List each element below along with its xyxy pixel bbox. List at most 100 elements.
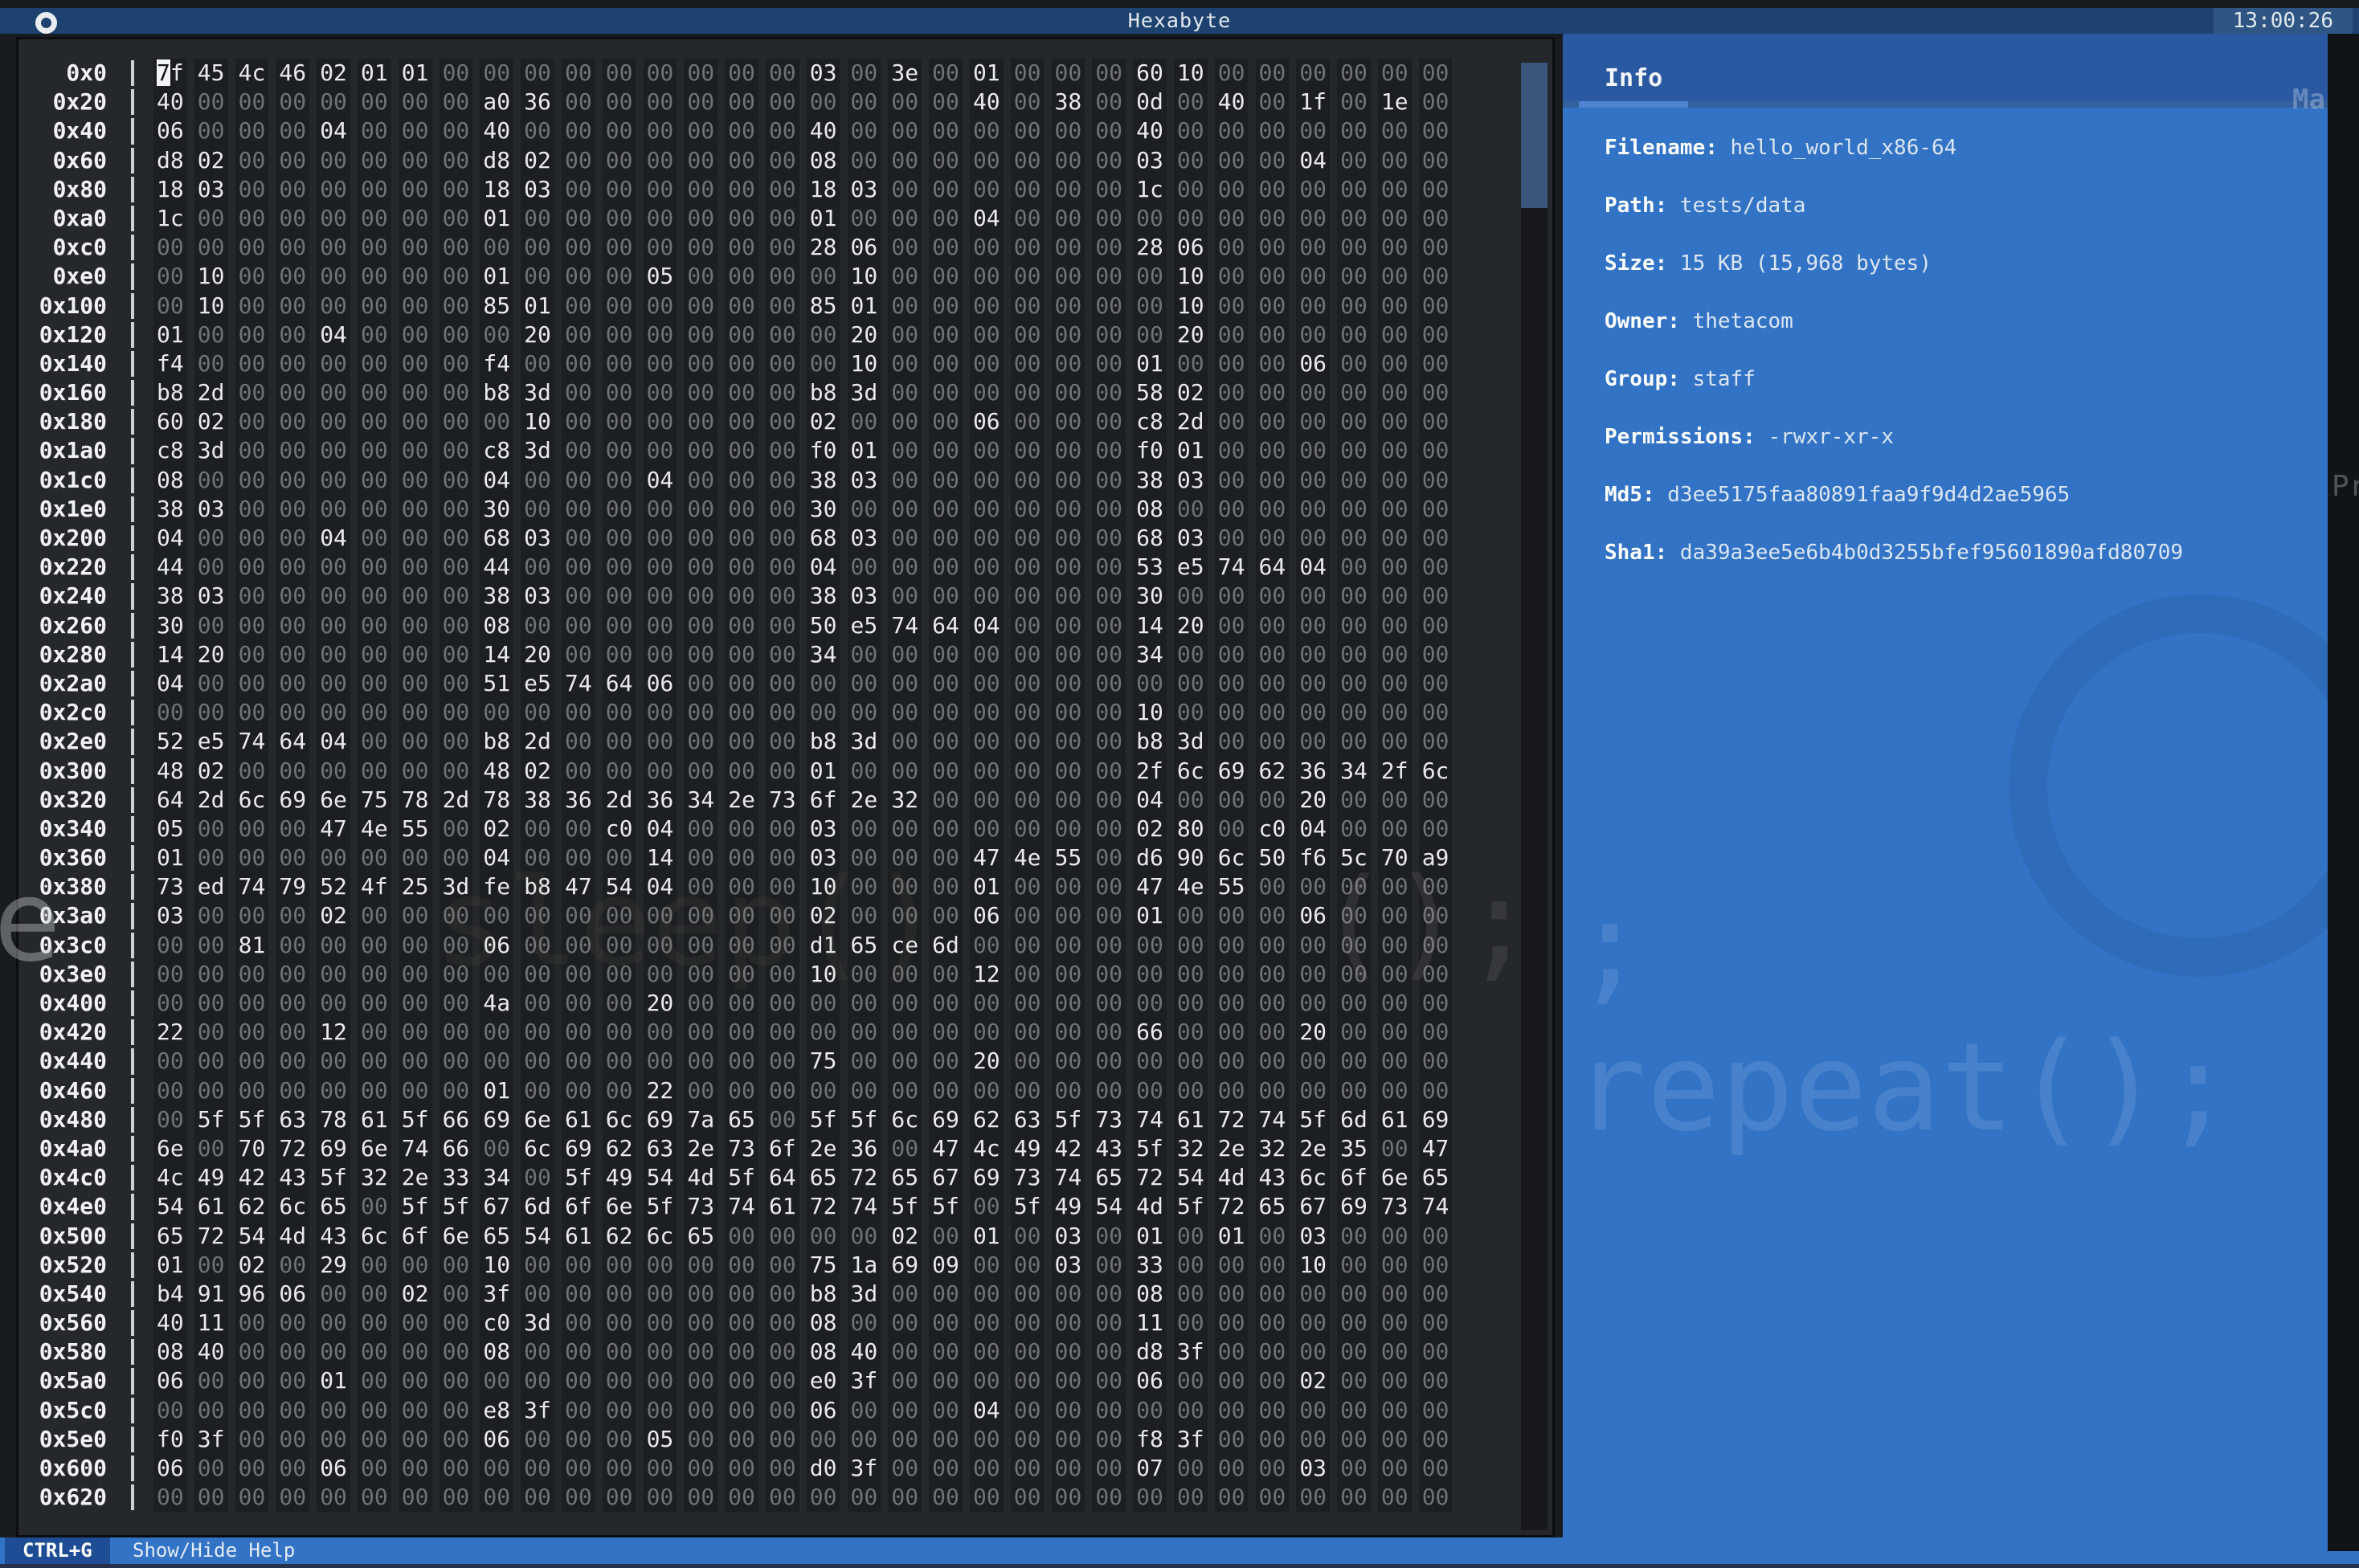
hex-byte[interactable]: 00 bbox=[1133, 960, 1174, 989]
hex-byte[interactable]: 6f bbox=[562, 1192, 603, 1221]
hex-byte[interactable]: 00 bbox=[521, 960, 562, 989]
hex-byte[interactable]: 00 bbox=[235, 1047, 276, 1076]
hex-byte[interactable]: 00 bbox=[888, 495, 929, 524]
hex-byte[interactable]: 01 bbox=[480, 1076, 521, 1105]
hex-byte[interactable]: fe bbox=[480, 872, 521, 901]
hex-byte[interactable]: 00 bbox=[888, 1337, 929, 1366]
hex-byte[interactable]: 00 bbox=[929, 1337, 970, 1366]
hex-byte[interactable]: 00 bbox=[480, 233, 521, 262]
hex-byte[interactable]: 00 bbox=[1092, 757, 1133, 786]
hex-byte[interactable]: 00 bbox=[235, 495, 276, 524]
hex-byte[interactable]: 00 bbox=[399, 204, 440, 233]
hex-byte[interactable]: 00 bbox=[1296, 640, 1337, 669]
hex-byte[interactable]: 00 bbox=[276, 495, 317, 524]
hex-byte[interactable]: 00 bbox=[603, 727, 644, 756]
hex-byte[interactable]: 00 bbox=[1011, 1366, 1052, 1395]
hex-byte[interactable]: 00 bbox=[1011, 611, 1052, 640]
hex-byte[interactable]: 00 bbox=[153, 960, 194, 989]
hex-byte[interactable]: 00 bbox=[807, 1425, 848, 1454]
hex-byte[interactable]: 00 bbox=[317, 1309, 358, 1337]
hex-byte[interactable]: 00 bbox=[194, 989, 235, 1018]
hex-byte[interactable]: 00 bbox=[562, 553, 603, 582]
hex-byte[interactable]: 00 bbox=[562, 233, 603, 262]
hex-byte[interactable]: 30 bbox=[153, 611, 194, 640]
hex-byte[interactable]: 4c bbox=[970, 1134, 1011, 1163]
hex-byte[interactable]: 00 bbox=[317, 1425, 358, 1454]
hex-byte[interactable]: 00 bbox=[929, 116, 970, 145]
hex-byte[interactable]: 00 bbox=[1174, 698, 1215, 727]
hex-byte[interactable]: 02 bbox=[1296, 1366, 1337, 1395]
hex-byte[interactable]: 00 bbox=[1011, 1483, 1052, 1512]
hex-byte[interactable]: 06 bbox=[480, 1425, 521, 1454]
hex-byte[interactable]: 20 bbox=[644, 989, 685, 1018]
hex-byte[interactable]: 00 bbox=[1378, 669, 1419, 698]
hex-byte[interactable]: 00 bbox=[848, 669, 889, 698]
hex-byte[interactable]: 00 bbox=[358, 1192, 399, 1221]
hex-byte[interactable]: 00 bbox=[1174, 204, 1215, 233]
hex-byte[interactable]: 01 bbox=[1174, 436, 1215, 465]
hex-byte[interactable]: 00 bbox=[1092, 524, 1133, 553]
hex-byte[interactable]: 00 bbox=[358, 204, 399, 233]
hex-byte[interactable]: 00 bbox=[603, 1280, 644, 1309]
hex-byte[interactable]: 00 bbox=[888, 553, 929, 582]
hex-byte[interactable]: 47 bbox=[1133, 872, 1174, 901]
hex-byte[interactable]: 00 bbox=[358, 233, 399, 262]
hex-byte[interactable]: 00 bbox=[1092, 931, 1133, 960]
hex-byte[interactable]: 00 bbox=[562, 146, 603, 175]
hex-byte[interactable]: 08 bbox=[1133, 495, 1174, 524]
hex-byte[interactable]: 00 bbox=[644, 727, 685, 756]
hex-byte[interactable]: 05 bbox=[153, 815, 194, 843]
hex-byte[interactable]: 00 bbox=[766, 1366, 807, 1395]
hex-byte[interactable]: 00 bbox=[1378, 1454, 1419, 1483]
hex-byte[interactable]: 00 bbox=[1052, 116, 1093, 145]
hex-byte[interactable]: 6d bbox=[521, 1192, 562, 1221]
hex-byte[interactable]: 00 bbox=[1337, 321, 1378, 349]
hex-byte[interactable]: 3d bbox=[1174, 727, 1215, 756]
hex-byte[interactable]: 00 bbox=[440, 901, 480, 930]
hex-byte[interactable]: 38 bbox=[153, 582, 194, 610]
hex-byte[interactable]: 00 bbox=[888, 349, 929, 378]
hex-byte[interactable]: 00 bbox=[1011, 436, 1052, 465]
hex-byte[interactable]: 34 bbox=[480, 1163, 521, 1192]
hex-byte[interactable]: 00 bbox=[235, 989, 276, 1018]
hex-byte[interactable]: 00 bbox=[684, 495, 725, 524]
hex-byte[interactable]: 03 bbox=[521, 524, 562, 553]
hex-byte[interactable]: 28 bbox=[807, 233, 848, 262]
hex-byte[interactable]: d8 bbox=[153, 146, 194, 175]
hex-byte[interactable]: 74 bbox=[235, 872, 276, 901]
hex-byte[interactable]: 00 bbox=[1174, 901, 1215, 930]
hex-byte[interactable]: 00 bbox=[1419, 407, 1460, 436]
hex-byte[interactable]: 08 bbox=[807, 1309, 848, 1337]
hex-byte[interactable]: c0 bbox=[603, 815, 644, 843]
hex-byte[interactable]: 00 bbox=[440, 233, 480, 262]
hex-byte[interactable]: 00 bbox=[603, 116, 644, 145]
hex-byte[interactable]: 00 bbox=[521, 1454, 562, 1483]
hex-byte[interactable]: 00 bbox=[1337, 59, 1378, 88]
hex-byte[interactable]: 38 bbox=[521, 786, 562, 815]
hex-byte[interactable]: 00 bbox=[562, 1425, 603, 1454]
hex-byte[interactable]: 00 bbox=[603, 582, 644, 610]
hex-byte[interactable]: 00 bbox=[766, 146, 807, 175]
hex-byte[interactable]: 00 bbox=[1296, 436, 1337, 465]
hex-byte[interactable]: 00 bbox=[440, 553, 480, 582]
hex-byte[interactable]: 00 bbox=[358, 116, 399, 145]
hex-byte[interactable]: 47 bbox=[317, 815, 358, 843]
hex-byte[interactable]: 00 bbox=[1052, 872, 1093, 901]
hex-byte[interactable]: 00 bbox=[725, 1251, 766, 1280]
hex-byte[interactable]: 34 bbox=[1337, 757, 1378, 786]
hex-byte[interactable]: 00 bbox=[235, 524, 276, 553]
hex-byte[interactable]: 00 bbox=[1092, 88, 1133, 116]
hex-byte[interactable]: 00 bbox=[358, 146, 399, 175]
hex-byte[interactable]: 00 bbox=[1419, 524, 1460, 553]
hex-byte[interactable]: 65 bbox=[153, 1222, 194, 1251]
hex-byte[interactable]: 00 bbox=[1337, 1076, 1378, 1105]
hex-byte[interactable]: 00 bbox=[480, 1134, 521, 1163]
hex-byte[interactable]: 00 bbox=[929, 1483, 970, 1512]
hex-byte[interactable]: 00 bbox=[562, 378, 603, 407]
hex-byte[interactable]: 00 bbox=[235, 116, 276, 145]
hex-byte[interactable]: 10 bbox=[807, 872, 848, 901]
hex-byte[interactable]: 00 bbox=[153, 1105, 194, 1134]
hex-byte[interactable]: 00 bbox=[1011, 901, 1052, 930]
hex-byte[interactable]: 00 bbox=[235, 1076, 276, 1105]
hex-byte[interactable]: 00 bbox=[684, 436, 725, 465]
